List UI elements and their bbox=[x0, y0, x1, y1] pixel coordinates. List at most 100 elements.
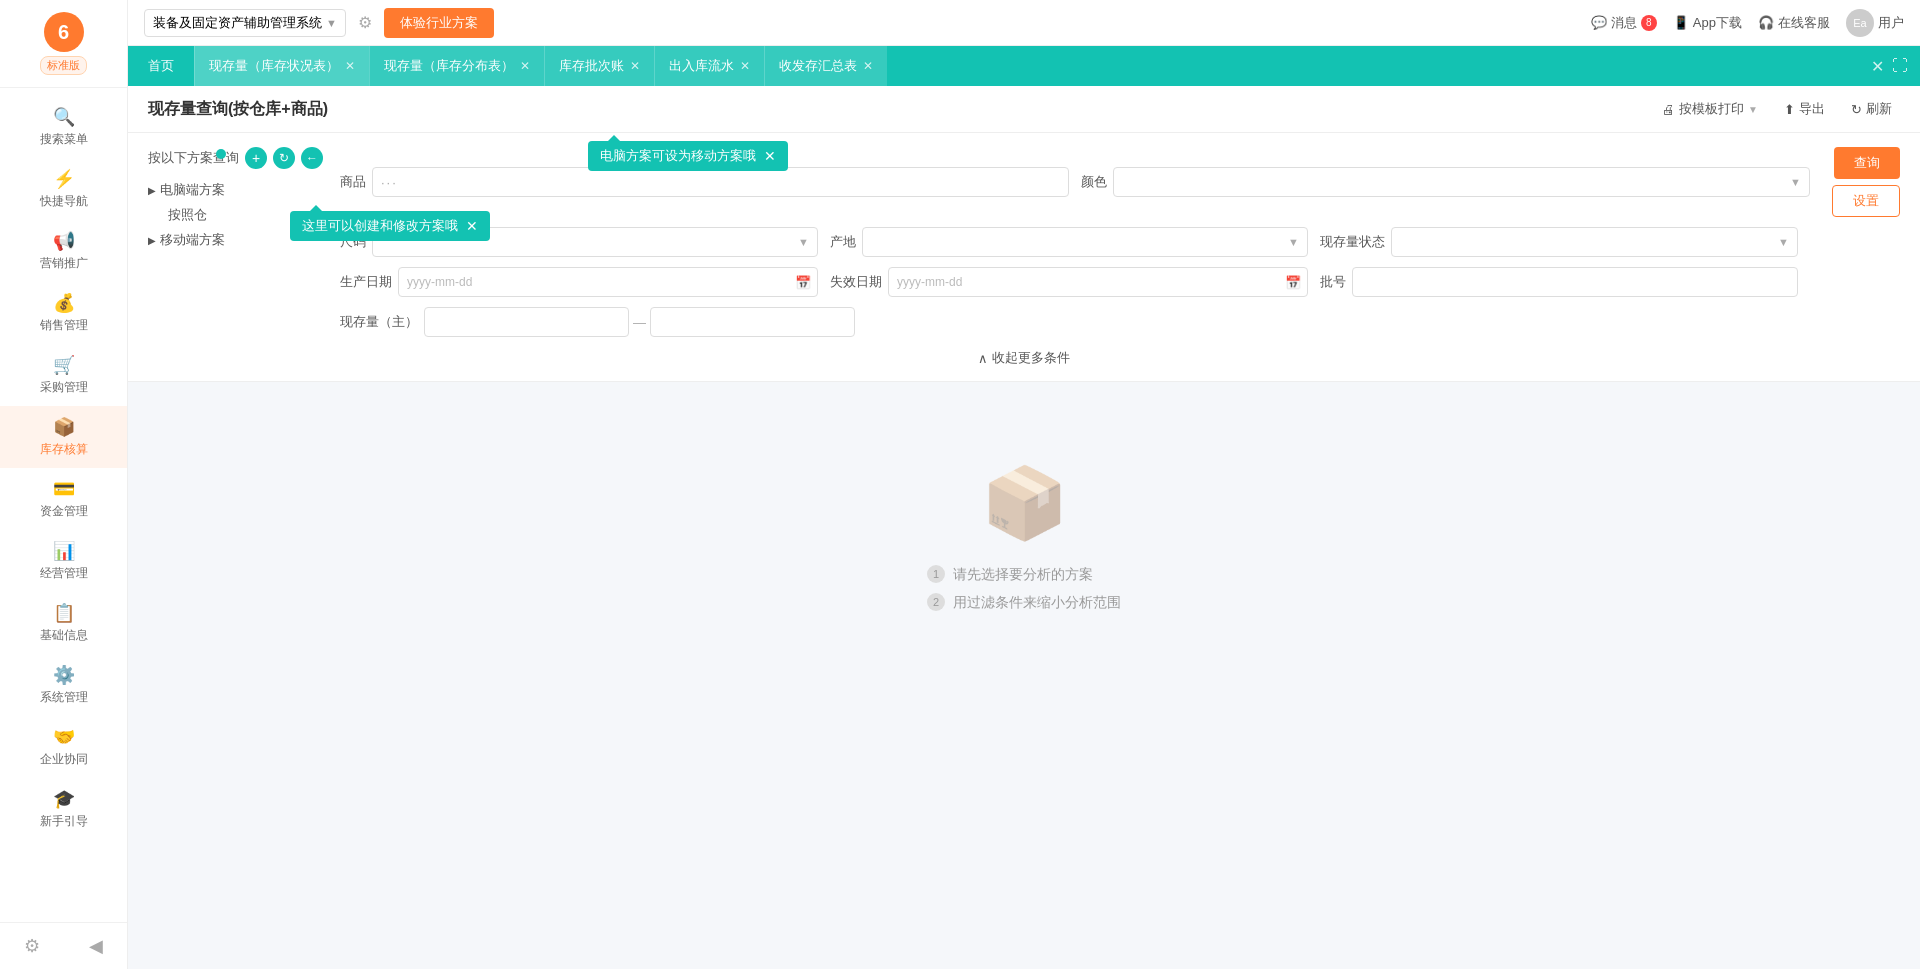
stock-min-input[interactable] bbox=[424, 307, 629, 337]
handshake-icon: 🤝 bbox=[53, 726, 75, 748]
stock-status-field: 现存量状态 ▼ bbox=[1320, 227, 1798, 257]
product-label: 商品 bbox=[340, 173, 366, 191]
sidebar-item-nav[interactable]: ⚡ 快捷导航 bbox=[0, 158, 127, 220]
tab-inventory-dist[interactable]: 现存量（库存分布表） ✕ bbox=[369, 46, 544, 86]
action-buttons: 查询 设置 bbox=[1832, 147, 1900, 217]
refresh-button[interactable]: ↻ 刷新 bbox=[1843, 96, 1900, 122]
sidebar-item-guide[interactable]: 🎓 新手引导 bbox=[0, 778, 127, 840]
desktop-group-label: 电脑端方案 bbox=[160, 181, 225, 199]
back-scheme-button[interactable]: ← bbox=[301, 147, 323, 169]
dot-indicator bbox=[216, 149, 226, 159]
tooltip-text: 电脑方案可设为移动方案哦 bbox=[600, 147, 756, 165]
sidebar-item-search[interactable]: 🔍 搜索菜单 bbox=[0, 96, 127, 158]
tab-close-icon[interactable]: ✕ bbox=[740, 59, 750, 73]
triangle-icon: ▶ bbox=[148, 185, 156, 196]
tab-inventory-status[interactable]: 现存量（库存状况表） ✕ bbox=[194, 46, 369, 86]
tab-batch[interactable]: 库存批次账 ✕ bbox=[544, 46, 654, 86]
settings-icon[interactable]: ⚙ bbox=[358, 13, 372, 32]
tab-home[interactable]: 首页 bbox=[128, 46, 194, 86]
origin-select[interactable]: ▼ bbox=[862, 227, 1308, 257]
production-date-label: 生产日期 bbox=[340, 273, 392, 291]
color-select[interactable]: ▼ bbox=[1113, 167, 1810, 197]
chevron-down-icon: ▼ bbox=[326, 17, 337, 29]
origin-field: 产地 ▼ bbox=[830, 227, 1308, 257]
tab-summary[interactable]: 收发存汇总表 ✕ bbox=[764, 46, 887, 86]
date-placeholder: yyyy-mm-dd bbox=[897, 275, 962, 289]
batch-input[interactable] bbox=[1352, 267, 1798, 297]
tab-close-icon[interactable]: ✕ bbox=[520, 59, 530, 73]
color-label: 颜色 bbox=[1081, 173, 1107, 191]
close-tab-icon[interactable]: ✕ bbox=[1871, 57, 1884, 76]
headset-icon: 🎧 bbox=[1758, 15, 1774, 30]
scheme-mobile-tooltip: 电脑方案可设为移动方案哦 ✕ bbox=[588, 141, 788, 171]
settings-footer-button[interactable]: ⚙ bbox=[24, 935, 40, 957]
search-icon: 🔍 bbox=[53, 106, 75, 128]
expiry-date-input[interactable]: yyyy-mm-dd 📅 bbox=[888, 267, 1308, 297]
empty-steps: 1 请先选择要分析的方案 2 用过滤条件来缩小分析范围 bbox=[927, 560, 1121, 616]
print-button[interactable]: 🖨 按模板打印 ▼ bbox=[1654, 96, 1766, 122]
sidebar-item-ops[interactable]: 📊 经营管理 bbox=[0, 530, 127, 592]
tooltip-close-icon[interactable]: ✕ bbox=[466, 218, 478, 234]
sidebar-item-marketing[interactable]: 📢 营销推广 bbox=[0, 220, 127, 282]
sidebar-footer: ⚙ ◀ bbox=[0, 922, 127, 969]
product-input[interactable]: ··· bbox=[372, 167, 1069, 197]
sidebar-item-purchase[interactable]: 🛒 采购管理 bbox=[0, 344, 127, 406]
sidebar-item-finance[interactable]: 💳 资金管理 bbox=[0, 468, 127, 530]
page-actions: 🖨 按模板打印 ▼ ⬆ 导出 ↻ 刷新 bbox=[1654, 96, 1900, 122]
messages-button[interactable]: 💬 消息 8 bbox=[1591, 14, 1657, 32]
chart-icon: 📊 bbox=[53, 540, 75, 562]
chevron-down-icon: ▼ bbox=[1288, 236, 1299, 248]
step-1-label: 请先选择要分析的方案 bbox=[953, 560, 1093, 588]
chevron-up-icon: ∧ bbox=[978, 351, 988, 366]
collapse-sidebar-button[interactable]: ◀ bbox=[89, 935, 103, 957]
production-date-input[interactable]: yyyy-mm-dd 📅 bbox=[398, 267, 818, 297]
system-selector[interactable]: 装备及固定资产辅助管理系统 ▼ bbox=[144, 9, 346, 37]
online-support-button[interactable]: 🎧 在线客服 bbox=[1758, 14, 1830, 32]
sidebar-logo: 6 标准版 bbox=[0, 0, 127, 88]
cart-icon: 🛒 bbox=[53, 354, 75, 376]
sidebar-item-system[interactable]: ⚙️ 系统管理 bbox=[0, 654, 127, 716]
sidebar-item-label: 营销推广 bbox=[40, 255, 88, 272]
user-label: 用户 bbox=[1878, 14, 1904, 32]
tab-close-icon[interactable]: ✕ bbox=[863, 59, 873, 73]
tab-label: 库存批次账 bbox=[559, 57, 624, 75]
avatar: Ea bbox=[1846, 9, 1874, 37]
phone-icon: 📱 bbox=[1673, 15, 1689, 30]
add-scheme-button[interactable]: + bbox=[245, 147, 267, 169]
chevron-down-icon: ▼ bbox=[1748, 104, 1758, 115]
page-header: 现存量查询(按仓库+商品) 🖨 按模板打印 ▼ ⬆ 导出 ↻ 刷新 bbox=[128, 86, 1920, 133]
tooltip-close-icon[interactable]: ✕ bbox=[764, 148, 776, 164]
stock-status-select[interactable]: ▼ bbox=[1391, 227, 1798, 257]
range-separator: — bbox=[633, 315, 646, 330]
stock-max-input[interactable] bbox=[650, 307, 855, 337]
sidebar-item-label: 经营管理 bbox=[40, 565, 88, 582]
export-label: 导出 bbox=[1799, 100, 1825, 118]
app-download-button[interactable]: 📱 App下载 bbox=[1673, 14, 1742, 32]
step-number-2: 2 bbox=[927, 593, 945, 611]
tooltip-text: 这里可以创建和修改方案哦 bbox=[302, 217, 458, 235]
collapse-button[interactable]: ∧ 收起更多条件 bbox=[148, 341, 1900, 367]
sidebar-item-inventory[interactable]: 📦 库存核算 bbox=[0, 406, 127, 468]
stock-status-label: 现存量状态 bbox=[1320, 233, 1385, 251]
expand-icon[interactable]: ⛶ bbox=[1892, 57, 1908, 75]
refresh-scheme-button[interactable]: ↻ bbox=[273, 147, 295, 169]
search-button[interactable]: 查询 bbox=[1834, 147, 1900, 179]
set-button[interactable]: 设置 bbox=[1832, 185, 1900, 217]
page-title: 现存量查询(按仓库+商品) bbox=[148, 99, 328, 120]
lightning-icon: ⚡ bbox=[53, 168, 75, 190]
filter-fields: 商品 ··· 颜色 ▼ 查询 设置 bbox=[340, 147, 1900, 341]
print-label: 按模板打印 bbox=[1679, 100, 1744, 118]
solution-button[interactable]: 体验行业方案 bbox=[384, 8, 494, 38]
sidebar-item-sales[interactable]: 💰 销售管理 bbox=[0, 282, 127, 344]
download-label: App下载 bbox=[1693, 14, 1742, 32]
sidebar-item-base[interactable]: 📋 基础信息 bbox=[0, 592, 127, 654]
user-menu-button[interactable]: Ea 用户 bbox=[1846, 9, 1904, 37]
desktop-group-header[interactable]: ▶ 电脑端方案 bbox=[148, 177, 328, 203]
printer-icon: 🖨 bbox=[1662, 102, 1675, 117]
tab-flow[interactable]: 出入库流水 ✕ bbox=[654, 46, 764, 86]
sidebar-item-enterprise[interactable]: 🤝 企业协同 bbox=[0, 716, 127, 778]
tab-close-icon[interactable]: ✕ bbox=[345, 59, 355, 73]
chevron-down-icon: ▼ bbox=[1790, 176, 1801, 188]
export-button[interactable]: ⬆ 导出 bbox=[1776, 96, 1833, 122]
tab-close-icon[interactable]: ✕ bbox=[630, 59, 640, 73]
